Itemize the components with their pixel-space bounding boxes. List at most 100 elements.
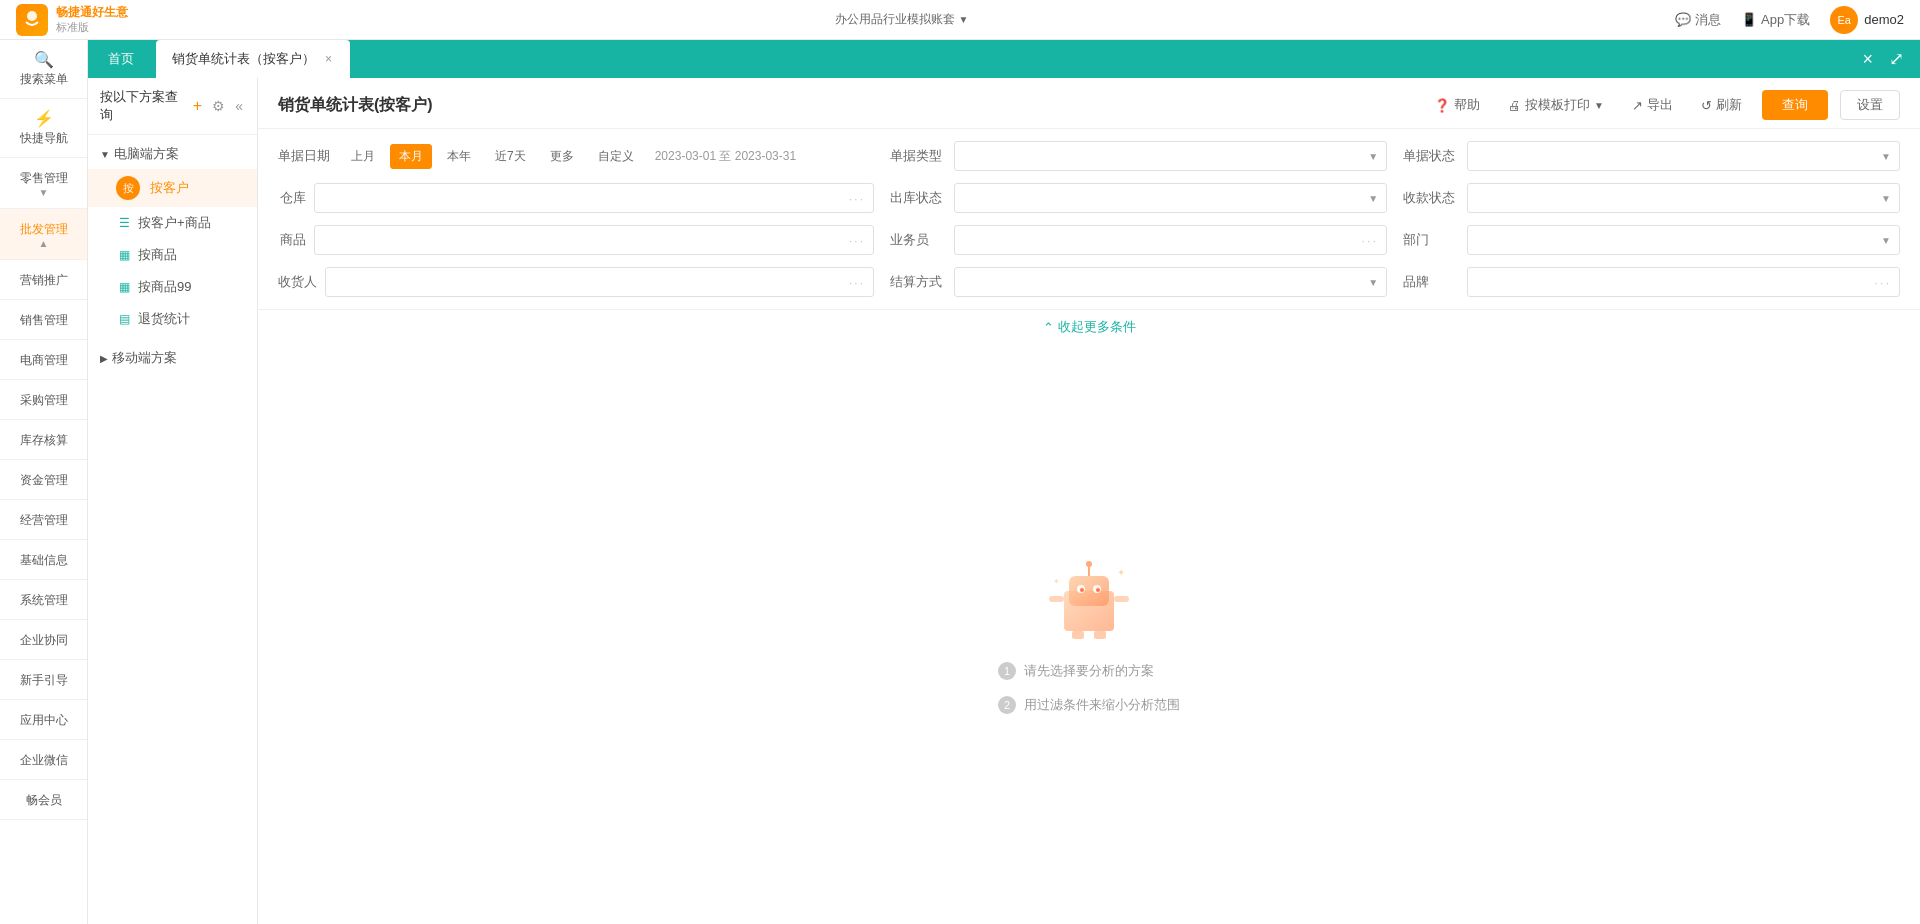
window-close-icon[interactable]: × xyxy=(1858,45,1877,74)
scheme-item-by-goods[interactable]: ▦ 按商品 xyxy=(88,239,257,271)
department-input[interactable]: ▼ xyxy=(1467,225,1900,255)
order-type-input[interactable]: ▼ xyxy=(954,141,1387,171)
last-month-btn[interactable]: 上月 xyxy=(342,144,384,169)
page-actions: ❓ 帮助 🖨 按模板打印 ▼ ↗ 导出 ↺ xyxy=(1426,90,1900,120)
salesperson-input[interactable]: ··· xyxy=(954,225,1387,255)
settlement-label: 结算方式 xyxy=(890,273,946,291)
group-collapse-icon: ▶ xyxy=(100,353,108,364)
sidebar-item-retail[interactable]: 零售管理 ▼ xyxy=(0,158,87,209)
tab-active[interactable]: 销货单统计表（按客户） × xyxy=(156,40,350,78)
svg-point-5 xyxy=(1080,588,1084,592)
warehouse-filter: 仓库 ··· xyxy=(278,183,874,213)
settings-scheme-btn[interactable]: ⚙ xyxy=(210,96,227,116)
user-area[interactable]: Ea demo2 xyxy=(1830,6,1904,34)
sidebar-item-basic[interactable]: 基础信息 xyxy=(0,540,87,580)
dropdown-arrow-icon: ▼ xyxy=(1881,193,1891,204)
warehouse-input[interactable]: ··· xyxy=(314,183,874,213)
sidebar-item-member[interactable]: 畅会员 xyxy=(0,780,87,820)
chevron-down-icon: ▼ xyxy=(959,14,969,25)
settings-btn[interactable]: 设置 xyxy=(1840,90,1900,120)
collapse-panel-btn[interactable]: « xyxy=(233,96,245,116)
svg-text:✦: ✦ xyxy=(1117,567,1125,578)
scheme-item-by-customer[interactable]: 按 按客户 xyxy=(88,169,257,207)
order-status-label: 单据状态 xyxy=(1403,147,1459,165)
more-btn[interactable]: 更多 xyxy=(541,144,583,169)
order-status-input[interactable]: ▼ xyxy=(1467,141,1900,171)
tip-num-2: 2 xyxy=(998,696,1016,714)
sidebar-item-quick-nav[interactable]: ⚡ 快捷导航 xyxy=(0,99,87,158)
settlement-input[interactable]: ▼ xyxy=(954,267,1387,297)
brand-input[interactable]: ··· xyxy=(1467,267,1900,297)
message-btn[interactable]: 💬 消息 xyxy=(1675,11,1721,29)
industry-selector[interactable]: 办公用品行业模拟账套 ▼ xyxy=(835,11,969,28)
desktop-group-header[interactable]: ▼ 电脑端方案 xyxy=(88,139,257,169)
ellipsis-icon: ··· xyxy=(1874,275,1891,290)
scheme-item-by-goods-99[interactable]: ▦ 按商品99 xyxy=(88,271,257,303)
group-expand-icon: ▼ xyxy=(100,149,110,160)
scheme-item-return-stats[interactable]: ▤ 退货统计 xyxy=(88,303,257,335)
collapse-more-btn[interactable]: ⌃ 收起更多条件 xyxy=(258,309,1920,344)
sidebar-item-operation[interactable]: 经营管理 xyxy=(0,500,87,540)
content-area: 按以下方案查询 + ⚙ « ▼ 电脑端方案 按 按客户 xyxy=(88,78,1920,924)
refresh-btn[interactable]: ↺ 刷新 xyxy=(1693,92,1750,118)
app-download-btn[interactable]: 📱 App下载 xyxy=(1741,11,1810,29)
mobile-group-header[interactable]: ▶ 移动端方案 xyxy=(88,343,257,373)
sidebar-item-enterprise[interactable]: 企业协同 xyxy=(0,620,87,660)
avatar: Ea xyxy=(1830,6,1858,34)
logo-text: 畅捷通好生意 标准版 xyxy=(56,5,128,35)
sidebar-item-purchase[interactable]: 采购管理 xyxy=(0,380,87,420)
goods-label: 商品 xyxy=(278,231,306,249)
last-7-days-btn[interactable]: 近7天 xyxy=(486,144,535,169)
tab-bar-right: × ⤢ xyxy=(1858,44,1920,74)
brand-filter: 品牌 ··· xyxy=(1403,267,1900,297)
out-status-input[interactable]: ▼ xyxy=(954,183,1387,213)
order-type-label: 单据类型 xyxy=(890,147,946,165)
this-month-btn[interactable]: 本月 xyxy=(390,144,432,169)
window-maximize-icon[interactable]: ⤢ xyxy=(1885,44,1908,74)
payment-status-label: 收款状态 xyxy=(1403,189,1459,207)
sidebar-item-sales[interactable]: 销售管理 xyxy=(0,300,87,340)
left-panel: 按以下方案查询 + ⚙ « ▼ 电脑端方案 按 按客户 xyxy=(88,78,258,924)
goods-filter: 商品 ··· xyxy=(278,225,874,255)
sidebar: 🔍 搜索菜单 ⚡ 快捷导航 零售管理 ▼ 批发管理 ▲ 营销推广 销售管理 电商… xyxy=(0,40,88,924)
payment-status-input[interactable]: ▼ xyxy=(1467,183,1900,213)
svg-text:✦: ✦ xyxy=(1053,577,1060,586)
export-btn[interactable]: ↗ 导出 xyxy=(1624,92,1681,118)
sidebar-item-system[interactable]: 系统管理 xyxy=(0,580,87,620)
custom-btn[interactable]: 自定义 xyxy=(589,144,643,169)
consignee-input[interactable]: ··· xyxy=(325,267,874,297)
page-title: 销货单统计表(按客户) xyxy=(278,95,433,116)
tab-home[interactable]: 首页 xyxy=(88,40,154,78)
svg-rect-9 xyxy=(1072,631,1084,639)
template-print-btn[interactable]: 🖨 按模板打印 ▼ xyxy=(1500,92,1612,118)
scheme-icon: ▦ xyxy=(116,247,132,263)
dropdown-icon: ▼ xyxy=(1594,100,1604,111)
ellipsis-icon: ··· xyxy=(1361,233,1378,248)
sidebar-item-finance[interactable]: 资金管理 xyxy=(0,460,87,500)
sidebar-item-marketing[interactable]: 营销推广 xyxy=(0,260,87,300)
goods-input[interactable]: ··· xyxy=(314,225,874,255)
sidebar-item-inventory[interactable]: 库存核算 xyxy=(0,420,87,460)
scheme-icon: ☰ xyxy=(116,215,132,231)
svg-point-8 xyxy=(1086,561,1092,567)
sidebar-item-guide[interactable]: 新手引导 xyxy=(0,660,87,700)
tab-close-icon[interactable]: × xyxy=(323,50,334,68)
add-scheme-btn[interactable]: + xyxy=(191,95,204,117)
this-year-btn[interactable]: 本年 xyxy=(438,144,480,169)
sidebar-item-weixin[interactable]: 企业微信 xyxy=(0,740,87,780)
query-btn[interactable]: 查询 xyxy=(1762,90,1828,120)
tab-bar: 首页 销货单统计表（按客户） × × ⤢ xyxy=(88,40,1920,78)
salesperson-filter: 业务员 ··· xyxy=(890,225,1387,255)
tip-num-1: 1 xyxy=(998,662,1016,680)
scheme-item-by-customer-goods[interactable]: ☰ 按客户+商品 xyxy=(88,207,257,239)
sidebar-item-search-menu[interactable]: 🔍 搜索菜单 xyxy=(0,40,87,99)
sidebar-item-wholesale[interactable]: 批发管理 ▲ xyxy=(0,209,87,260)
sidebar-item-ecommerce[interactable]: 电商管理 xyxy=(0,340,87,380)
filter-row-1: 单据日期 上月 本月 本年 近7天 更多 自定义 2023-03-01 至 20… xyxy=(278,141,1900,171)
settlement-filter: 结算方式 ▼ xyxy=(890,267,1387,297)
ellipsis-icon: ··· xyxy=(848,191,865,206)
help-btn[interactable]: ❓ 帮助 xyxy=(1426,92,1488,118)
date-range-display: 2023-03-01 至 2023-03-31 xyxy=(655,148,796,165)
empty-tip-2: 2 用过滤条件来缩小分析范围 xyxy=(998,696,1180,714)
sidebar-item-app-center[interactable]: 应用中心 xyxy=(0,700,87,740)
